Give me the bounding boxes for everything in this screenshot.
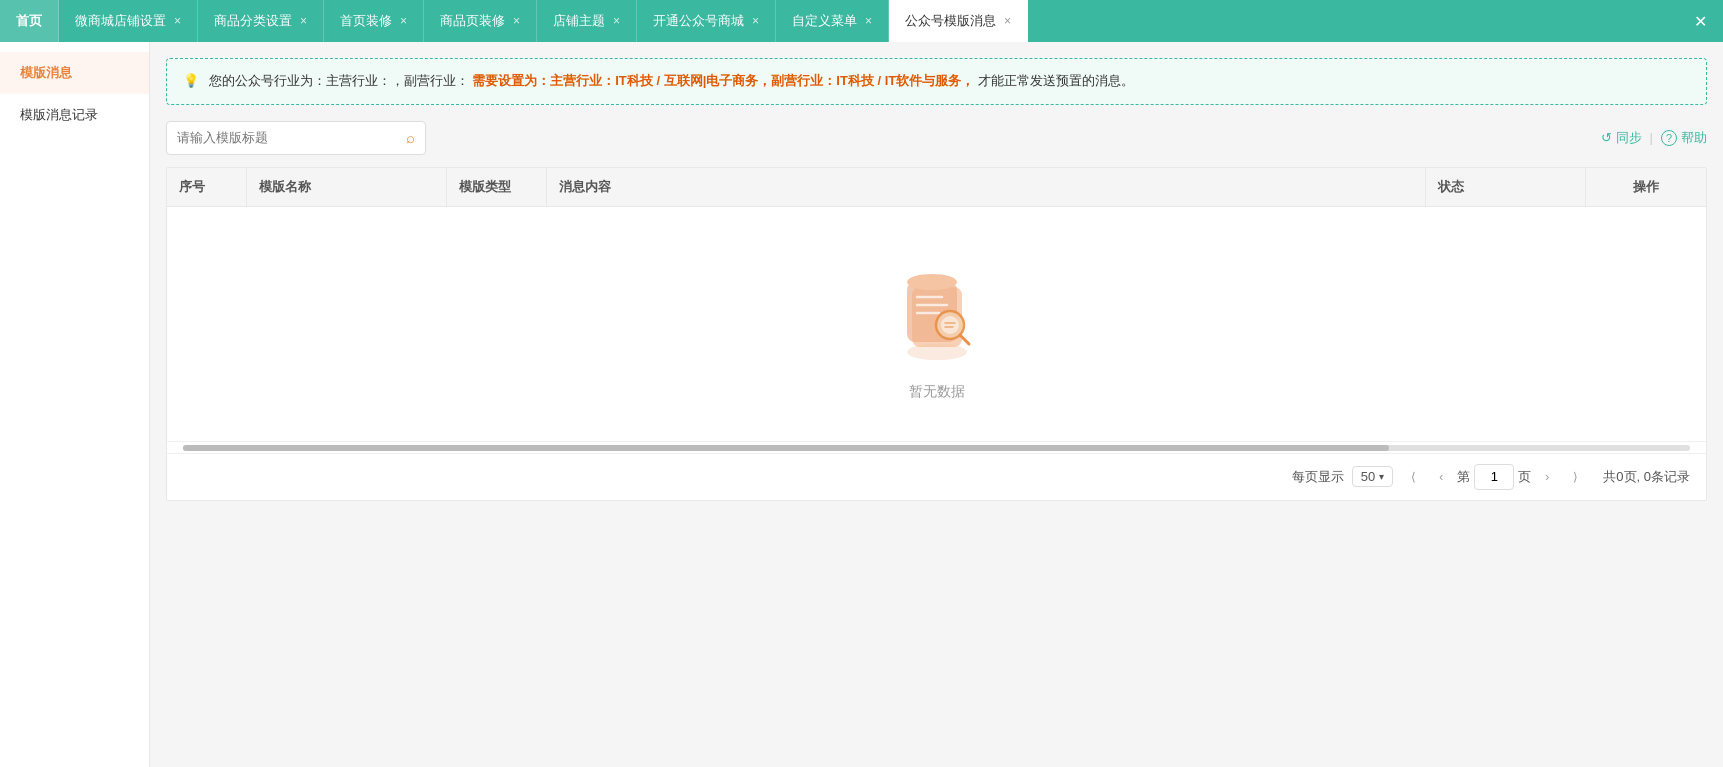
scrollbar-track <box>183 445 1690 451</box>
tab-home-decor[interactable]: 首页装修 × <box>324 0 424 42</box>
table-header: 序号 模版名称 模版类型 消息内容 状态 操作 <box>167 168 1706 207</box>
tab-open-wechat-mall-label: 开通公众号商城 <box>653 12 744 30</box>
tab-store-theme-close[interactable]: × <box>613 14 620 28</box>
toolbar-divider: | <box>1650 130 1653 145</box>
tab-template-message-label: 公众号模版消息 <box>905 12 996 30</box>
tab-home[interactable]: 首页 <box>0 0 59 42</box>
close-all-tabs-button[interactable]: ✕ <box>1678 12 1723 31</box>
scrollbar-thumb[interactable] <box>183 445 1389 451</box>
tab-store-theme[interactable]: 店铺主题 × <box>537 0 637 42</box>
svg-point-8 <box>941 316 959 334</box>
tab-wechat-store[interactable]: 微商城店铺设置 × <box>59 0 198 42</box>
per-page-select[interactable]: 50 ▾ <box>1352 466 1393 487</box>
sidebar-item-template-msg[interactable]: 模版消息 <box>0 52 149 94</box>
search-input[interactable] <box>177 130 406 145</box>
sidebar-item-template-msg-log[interactable]: 模版消息记录 <box>0 94 149 136</box>
first-page-button[interactable]: ⟨ <box>1401 465 1425 489</box>
col-header-seq: 序号 <box>167 168 247 206</box>
sidebar-item-template-msg-log-label: 模版消息记录 <box>20 107 98 122</box>
sync-button[interactable]: ↺ 同步 <box>1601 129 1642 147</box>
tab-product-category-close[interactable]: × <box>300 14 307 28</box>
tab-template-message[interactable]: 公众号模版消息 × <box>889 0 1028 42</box>
search-bar: ⌕ ↺ 同步 | ? 帮助 <box>166 121 1707 155</box>
tab-wechat-store-label: 微商城店铺设置 <box>75 12 166 30</box>
sync-icon: ↺ <box>1601 130 1612 145</box>
empty-state: 暂无数据 <box>167 207 1706 441</box>
notice-box: 💡 您的公众号行业为：主营行业：，副营行业： 需要设置为：主营行业：IT科技 /… <box>166 58 1707 105</box>
data-table: 序号 模版名称 模版类型 消息内容 状态 操作 <box>166 167 1707 501</box>
tab-store-theme-label: 店铺主题 <box>553 12 605 30</box>
tab-product-page-decor[interactable]: 商品页装修 × <box>424 0 537 42</box>
tab-custom-menu-label: 自定义菜单 <box>792 12 857 30</box>
search-input-wrap[interactable]: ⌕ <box>166 121 426 155</box>
main-layout: 模版消息 模版消息记录 💡 您的公众号行业为：主营行业：，副营行业： 需要设置为… <box>0 42 1723 767</box>
tab-wechat-store-close[interactable]: × <box>174 14 181 28</box>
tab-custom-menu[interactable]: 自定义菜单 × <box>776 0 889 42</box>
prev-page-button[interactable]: ‹ <box>1429 465 1453 489</box>
col-header-action: 操作 <box>1586 168 1706 206</box>
tab-custom-menu-close[interactable]: × <box>865 14 872 28</box>
tab-template-message-close[interactable]: × <box>1004 14 1011 28</box>
horizontal-scrollbar[interactable] <box>167 441 1706 453</box>
help-button[interactable]: ? 帮助 <box>1661 129 1707 147</box>
chevron-down-icon: ▾ <box>1379 471 1384 482</box>
total-info: 共0页, 0条记录 <box>1603 468 1690 486</box>
per-page-label: 每页显示 <box>1292 468 1344 486</box>
notice-highlight: 需要设置为：主营行业：IT科技 / 互联网|电子商务，副营行业：IT科技 / I… <box>472 73 974 88</box>
content-area: 💡 您的公众号行业为：主营行业：，副营行业： 需要设置为：主营行业：IT科技 /… <box>150 42 1723 767</box>
tab-home-decor-label: 首页装修 <box>340 12 392 30</box>
page-input[interactable] <box>1474 464 1514 490</box>
notice-suffix: 才能正常发送预置的消息。 <box>978 73 1134 88</box>
help-label: 帮助 <box>1681 129 1707 147</box>
col-header-name: 模版名称 <box>247 168 447 206</box>
page-unit: 页 <box>1518 468 1531 486</box>
page-label: 第 <box>1457 468 1470 486</box>
tab-product-page-decor-close[interactable]: × <box>513 14 520 28</box>
tab-product-category[interactable]: 商品分类设置 × <box>198 0 324 42</box>
tab-open-wechat-mall[interactable]: 开通公众号商城 × <box>637 0 776 42</box>
tab-home-label: 首页 <box>16 12 42 30</box>
empty-text: 暂无数据 <box>909 383 965 401</box>
sidebar: 模版消息 模版消息记录 <box>0 42 150 767</box>
toolbar-right: ↺ 同步 | ? 帮助 <box>1601 129 1707 147</box>
notice-prefix: 您的公众号行业为：主营行业：，副营行业： <box>209 73 469 88</box>
tab-product-page-decor-label: 商品页装修 <box>440 12 505 30</box>
col-header-status: 状态 <box>1426 168 1586 206</box>
pagination: 每页显示 50 ▾ ⟨ ‹ 第 页 › ⟩ 共0页, 0条记录 <box>167 453 1706 500</box>
col-header-content: 消息内容 <box>547 168 1426 206</box>
col-header-type: 模版类型 <box>447 168 547 206</box>
help-icon: ? <box>1661 130 1677 146</box>
tab-product-category-label: 商品分类设置 <box>214 12 292 30</box>
sidebar-item-template-msg-label: 模版消息 <box>20 65 72 80</box>
svg-point-3 <box>907 274 957 290</box>
empty-icon <box>887 267 987 367</box>
per-page-value: 50 <box>1361 469 1375 484</box>
last-page-button[interactable]: ⟩ <box>1563 465 1587 489</box>
next-page-button[interactable]: › <box>1535 465 1559 489</box>
search-icon[interactable]: ⌕ <box>406 129 415 146</box>
tab-bar: 首页 微商城店铺设置 × 商品分类设置 × 首页装修 × 商品页装修 × 店铺主… <box>0 0 1723 42</box>
sync-label: 同步 <box>1616 129 1642 147</box>
notice-icon: 💡 <box>183 73 199 88</box>
tab-home-decor-close[interactable]: × <box>400 14 407 28</box>
tab-open-wechat-mall-close[interactable]: × <box>752 14 759 28</box>
page-nav: ⟨ ‹ 第 页 › ⟩ <box>1401 464 1587 490</box>
